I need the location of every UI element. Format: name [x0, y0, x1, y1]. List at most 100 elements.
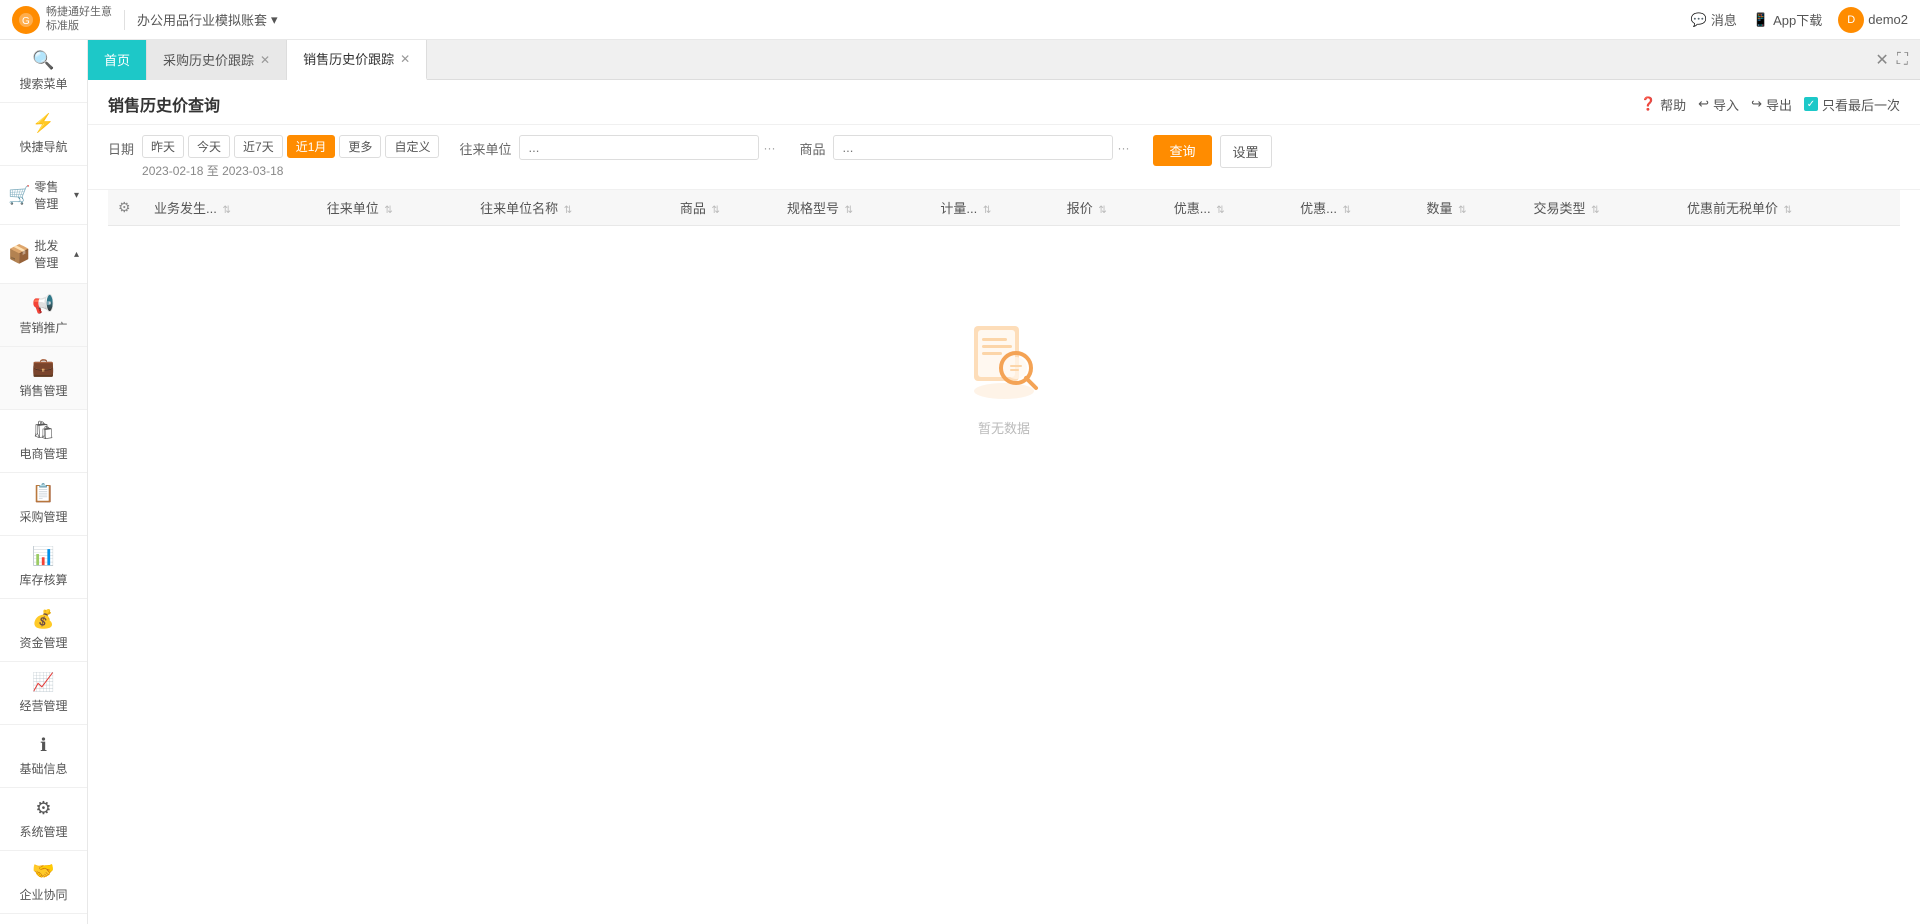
logo-text: 畅捷通好生意 标准版: [46, 6, 112, 32]
partner-input-group: ···: [519, 135, 779, 160]
product-input-group: ···: [833, 135, 1133, 160]
maximize-icon[interactable]: ⛶: [1897, 51, 1908, 69]
date-btn-custom[interactable]: 自定义: [385, 135, 439, 158]
date-label: 日期: [108, 135, 134, 158]
sidebar-item-label: 零售管理: [34, 178, 70, 212]
date-btn-yesterday[interactable]: 昨天: [142, 135, 184, 158]
th-partner-name[interactable]: 往来单位名称 ⇅: [470, 190, 670, 226]
app-download-button[interactable]: 📱 App下载: [1753, 10, 1822, 29]
sidebar-item-wholesale-mgmt[interactable]: 📦 批发管理 ▴: [0, 225, 87, 284]
marketing-icon: 📢: [32, 294, 54, 315]
topbar-right: 💬 消息 📱 App下载 D demo2: [1691, 7, 1908, 33]
chevron-up-icon: ▴: [74, 249, 79, 260]
close-icon[interactable]: ✕: [260, 53, 270, 67]
chevron-down-icon: ▾: [74, 190, 79, 201]
sidebar-item-sales-mgmt[interactable]: 💼 销售管理: [0, 347, 87, 410]
sidebar-item-quick-nav[interactable]: ⚡ 快捷导航: [0, 103, 87, 166]
th-price[interactable]: 报价 ⇅: [1057, 190, 1164, 226]
sidebar-item-finance-mgmt[interactable]: 💰 资金管理: [0, 599, 87, 662]
tab-home[interactable]: 首页: [88, 40, 147, 80]
sidebar-item-label: 企业协同: [19, 886, 67, 903]
date-range: 2023-02-18 至 2023-03-18: [142, 162, 439, 179]
th-spec[interactable]: 规格型号 ⇅: [777, 190, 930, 226]
partner-more-icon[interactable]: ···: [759, 137, 779, 159]
sort-icon: ⇅: [564, 205, 572, 216]
sidebar-item-label: 经营管理: [19, 697, 67, 714]
sort-icon: ⇅: [1591, 205, 1599, 216]
sidebar-item-label: 销售管理: [19, 382, 67, 399]
sidebar-item-system-mgmt[interactable]: ⚙ 系统管理: [0, 788, 87, 851]
date-btn-7days[interactable]: 近7天: [234, 135, 283, 158]
sidebar-item-marketing[interactable]: 📢 营销推广: [0, 284, 87, 347]
th-partner-code[interactable]: 往来单位 ⇅: [317, 190, 470, 226]
import-button[interactable]: ↩ 导入: [1698, 95, 1739, 114]
enterprise-collab-icon: 🤝: [32, 861, 54, 882]
logo-icon: G: [12, 6, 40, 34]
user-avatar-area[interactable]: D demo2: [1838, 7, 1908, 33]
page-actions: ❓ 帮助 ↩ 导入 ↪ 导出 只看最后一次: [1640, 95, 1900, 114]
sidebar-item-label: 基础信息: [19, 760, 67, 777]
inventory-icon: 📊: [32, 546, 54, 567]
system-mgmt-icon: ⚙: [35, 798, 51, 819]
sort-icon: ⇅: [1343, 205, 1351, 216]
partner-filter-group: 往来单位 ···: [459, 135, 779, 160]
main-wrapper: 🔍 搜索菜单 ⚡ 快捷导航 🛒 零售管理 ▾ 📦 批发管理 ▴ 📢 营销推广 💼…: [0, 40, 1920, 924]
purchase-history-tab-label: 采购历史价跟踪: [163, 50, 254, 69]
last-only-checkbox[interactable]: 只看最后一次: [1804, 95, 1900, 114]
message-button[interactable]: 💬 消息: [1691, 10, 1737, 29]
close-window-icon[interactable]: ✕: [1875, 50, 1888, 70]
topbar-left: G 畅捷通好生意 标准版 办公用品行业模拟账套 ▾: [12, 6, 278, 34]
th-trade-type[interactable]: 交易类型 ⇅: [1524, 190, 1677, 226]
tab-purchase-history[interactable]: 采购历史价跟踪 ✕: [147, 40, 287, 80]
sales-history-tab-label: 销售历史价跟踪: [303, 49, 394, 68]
sidebar-item-new-guide[interactable]: 🎯 新手引导: [0, 914, 87, 924]
export-button[interactable]: ↪ 导出: [1751, 95, 1792, 114]
finance-mgmt-icon: 💰: [32, 609, 54, 630]
th-biz-date[interactable]: 业务发生... ⇅: [144, 190, 317, 226]
sales-mgmt-icon: 💼: [32, 357, 54, 378]
query-button[interactable]: 查询: [1153, 135, 1211, 166]
empty-text: 暂无数据: [978, 418, 1030, 437]
sidebar-item-label: 资金管理: [19, 634, 67, 651]
sidebar-item-label: 采购管理: [19, 508, 67, 525]
product-input[interactable]: [833, 135, 1113, 160]
checkbox-checked-icon: [1804, 97, 1818, 111]
sidebar-item-retail-mgmt[interactable]: 🛒 零售管理 ▾: [0, 166, 87, 225]
th-discount1[interactable]: 优惠... ⇅: [1164, 190, 1290, 226]
company-select[interactable]: 办公用品行业模拟账套 ▾: [137, 10, 278, 29]
chevron-down-icon: ▾: [271, 12, 278, 28]
th-unit[interactable]: 计量... ⇅: [930, 190, 1056, 226]
th-qty[interactable]: 数量 ⇅: [1416, 190, 1523, 226]
date-btn-1month[interactable]: 近1月: [287, 135, 336, 158]
th-pretax-price[interactable]: 优惠前无税单价 ⇅: [1677, 190, 1900, 226]
sidebar-item-ecommerce-mgmt[interactable]: 🛍 电商管理: [0, 410, 87, 473]
filter-dates: 昨天 今天 近7天 近1月 更多 自定义 2023-02-18 至 2023-0…: [142, 135, 439, 179]
th-product[interactable]: 商品 ⇅: [670, 190, 777, 226]
date-btn-today[interactable]: 今天: [188, 135, 230, 158]
sidebar-item-enterprise-collab[interactable]: 🤝 企业协同: [0, 851, 87, 914]
settings-button[interactable]: 设置: [1220, 135, 1272, 168]
sidebar-item-purchase-mgmt[interactable]: 📋 采购管理: [0, 473, 87, 536]
sidebar-item-inventory[interactable]: 📊 库存核算: [0, 536, 87, 599]
empty-icon: [954, 306, 1054, 406]
help-icon: ❓: [1640, 96, 1656, 112]
retail-mgmt-icon: 🛒: [8, 185, 30, 206]
partner-input[interactable]: [519, 135, 759, 160]
product-more-icon[interactable]: ···: [1113, 137, 1133, 159]
tab-sales-history[interactable]: 销售历史价跟踪 ✕: [287, 40, 427, 80]
sort-icon: ⇅: [1784, 205, 1792, 216]
sidebar-item-operation-mgmt[interactable]: 📈 经营管理: [0, 662, 87, 725]
sidebar-item-basic-info[interactable]: ℹ 基础信息: [0, 725, 87, 788]
search-menu-icon: 🔍: [32, 50, 54, 71]
th-discount2[interactable]: 优惠... ⇅: [1290, 190, 1416, 226]
sidebar-item-label: 批发管理: [34, 237, 70, 271]
ecommerce-mgmt-icon: 🛍: [32, 420, 55, 441]
date-btn-more[interactable]: 更多: [339, 135, 381, 158]
close-icon[interactable]: ✕: [400, 52, 410, 66]
empty-state: 暂无数据: [88, 226, 1920, 517]
sidebar-item-search-menu[interactable]: 🔍 搜索菜单: [0, 40, 87, 103]
import-icon: ↩: [1698, 96, 1709, 112]
help-button[interactable]: ❓ 帮助: [1640, 95, 1686, 114]
settings-gear-icon[interactable]: ⚙: [118, 199, 131, 215]
th-settings[interactable]: ⚙: [108, 190, 144, 226]
